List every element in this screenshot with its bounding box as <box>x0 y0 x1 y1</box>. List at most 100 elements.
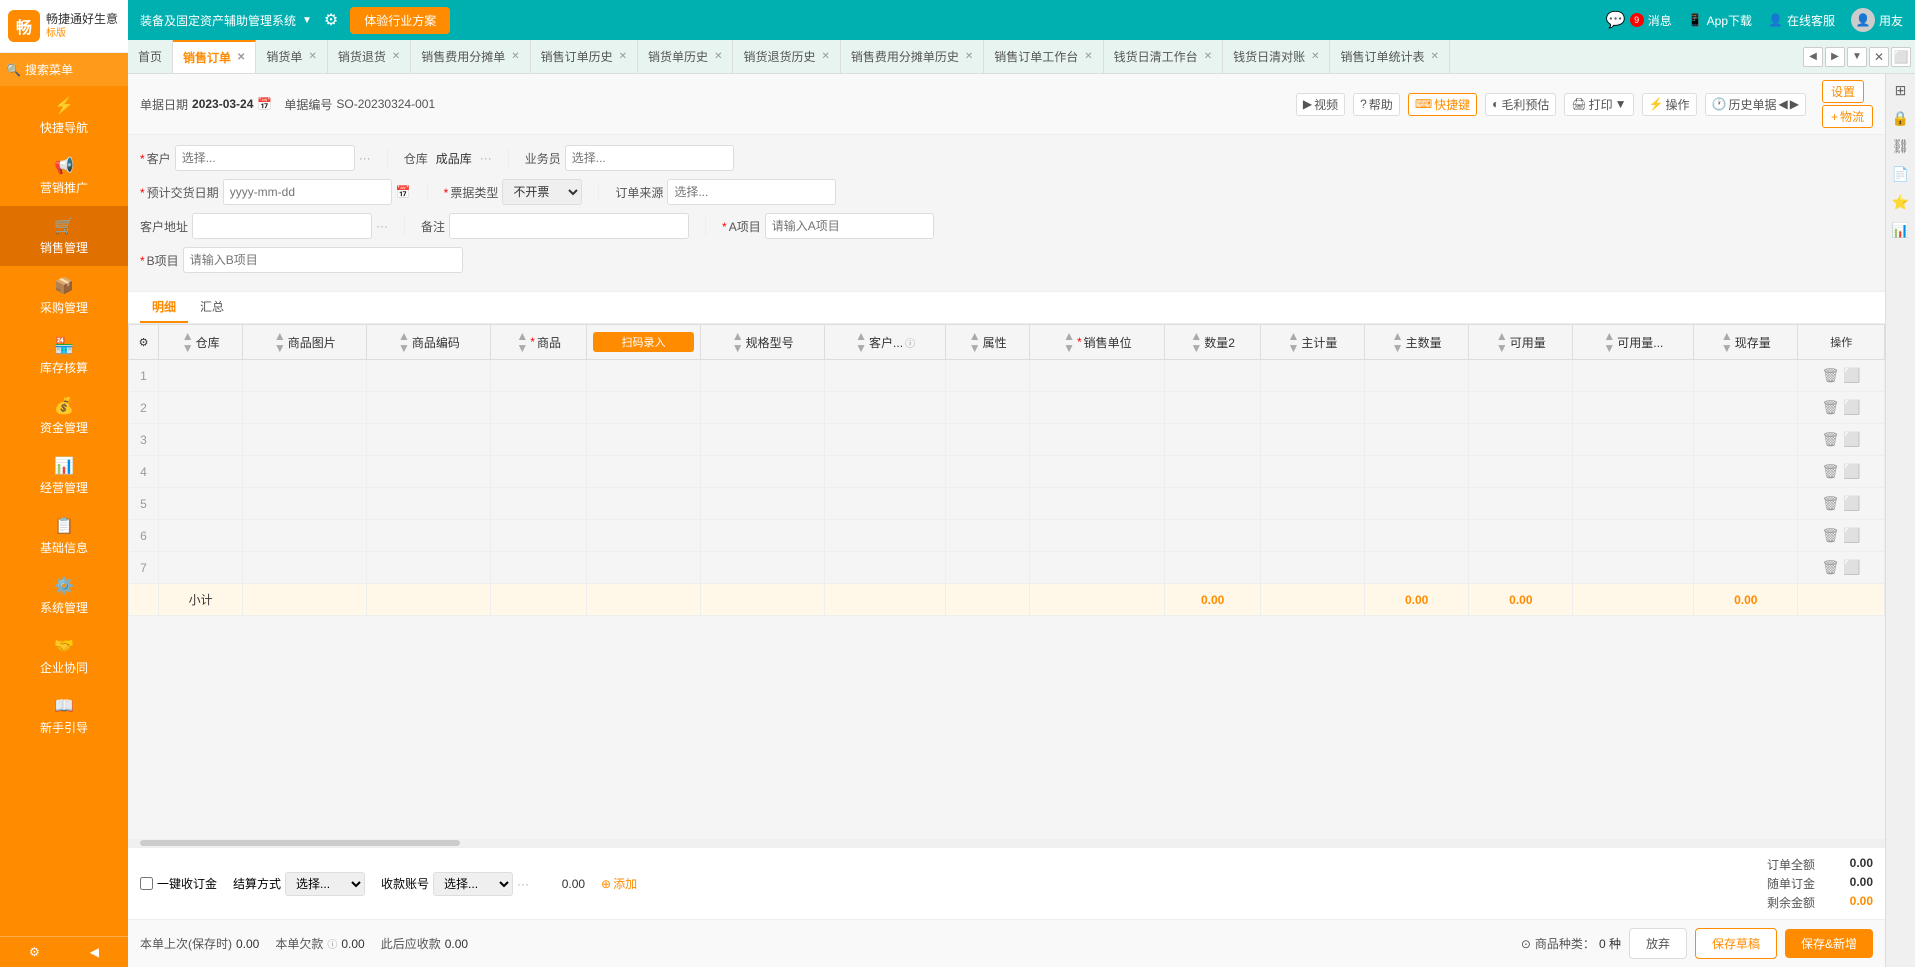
a-project-input[interactable] <box>765 213 934 239</box>
address-input[interactable] <box>192 213 372 239</box>
b-project-input[interactable] <box>183 247 463 273</box>
customer-code-sort-icon[interactable]: ▲▼ <box>855 330 867 354</box>
row-delete-4[interactable]: 🗑 <box>1822 463 1840 480</box>
tab-expense-history[interactable]: 销售费用分摊单历史 ✕ <box>841 40 984 74</box>
history-nav-next[interactable]: ▶ <box>1790 97 1799 111</box>
quick-deposit-checkbox[interactable]: 一键收订金 <box>140 875 217 892</box>
right-panel-icon-2[interactable]: 🔒 <box>1889 106 1913 130</box>
tab-scroll-right[interactable]: ▶ <box>1825 47 1845 67</box>
scrollbar-thumb[interactable] <box>140 840 460 846</box>
tab-sales-bill[interactable]: 销货单 ✕ <box>256 40 327 74</box>
profit-button[interactable]: ◐ 毛利预估 <box>1485 93 1556 116</box>
payment-method-select[interactable]: 选择... <box>285 872 365 896</box>
product-code-sort-icon[interactable]: ▲▼ <box>398 330 410 354</box>
customer-code-info-icon[interactable]: ⓘ <box>905 335 915 350</box>
sidebar-item-sales[interactable]: 🛒 销售管理 <box>0 206 128 266</box>
print-button[interactable]: 🖨 打印 ▼ <box>1564 93 1633 116</box>
tab-scroll-left[interactable]: ◀ <box>1803 47 1823 67</box>
tab-return-close[interactable]: ✕ <box>392 51 400 62</box>
tab-daily-workbench[interactable]: 钱货日清工作台 ✕ <box>1104 40 1223 74</box>
tab-order-history[interactable]: 销售订单历史 ✕ <box>531 40 638 74</box>
save-draft-button[interactable]: 保存草稿 <box>1695 928 1777 959</box>
delivery-date-input[interactable] <box>223 179 392 205</box>
th-settings[interactable]: ⚙ <box>129 325 159 360</box>
tab-menu[interactable]: ▼ <box>1847 47 1867 67</box>
save-new-button[interactable]: 保存&新增 <box>1785 929 1873 958</box>
row-delete-1[interactable]: 🗑 <box>1822 367 1840 384</box>
search-menu-item[interactable]: 🔍 搜索菜单 <box>0 53 128 86</box>
sidebar-settings-btn[interactable]: ⚙ <box>29 945 40 959</box>
tab-expense-split[interactable]: 销售费用分摊单 ✕ <box>411 40 530 74</box>
row-copy-3[interactable]: ⬜ <box>1843 431 1860 448</box>
right-panel-icon-4[interactable]: 📄 <box>1889 162 1913 186</box>
address-more-icon[interactable]: ··· <box>376 219 388 233</box>
current-qty-sort-icon[interactable]: ▲▼ <box>1721 330 1733 354</box>
view-button[interactable]: ▶ 视频 <box>1296 93 1345 116</box>
customer-more-icon[interactable]: ··· <box>359 151 371 165</box>
calendar-icon[interactable]: 📅 <box>257 97 272 111</box>
quantity2-sort-icon[interactable]: ▲▼ <box>1190 330 1202 354</box>
tab-reconcile[interactable]: 钱货日清对账 ✕ <box>1223 40 1330 74</box>
add-payment-button[interactable]: ⊕ 添加 <box>601 875 637 892</box>
tab-expense-history-close[interactable]: ✕ <box>965 51 973 62</box>
current-save-info-icon[interactable]: ⓘ <box>327 936 337 951</box>
row-copy-5[interactable]: ⬜ <box>1843 495 1860 512</box>
tab-expense-split-close[interactable]: ✕ <box>511 51 519 62</box>
scan-button[interactable]: 扫码录入 <box>593 332 694 352</box>
tab-order-workbench-close[interactable]: ✕ <box>1084 51 1092 62</box>
sidebar-item-operations[interactable]: 📊 经营管理 <box>0 446 128 506</box>
right-panel-icon-1[interactable]: ⊞ <box>1889 78 1913 102</box>
customer-input[interactable] <box>175 145 355 171</box>
tab-return[interactable]: 销货退货 ✕ <box>328 40 411 74</box>
shortcut-button[interactable]: ⌨ 快捷键 <box>1408 93 1477 116</box>
sidebar-item-finance[interactable]: 💰 资金管理 <box>0 386 128 446</box>
warehouse-more-icon[interactable]: ··· <box>480 151 492 165</box>
account-select[interactable]: 选择... <box>433 872 513 896</box>
main-unit-sort-icon[interactable]: ▲▼ <box>1287 330 1299 354</box>
tab-stats-close[interactable]: ✕ <box>1431 51 1439 62</box>
available-qty-sort-icon[interactable]: ▲▼ <box>1496 330 1508 354</box>
row-copy-4[interactable]: ⬜ <box>1843 463 1860 480</box>
settings-button[interactable]: 设置 <box>1822 80 1864 103</box>
row-copy-7[interactable]: ⬜ <box>1843 559 1860 576</box>
tab-daily-workbench-close[interactable]: ✕ <box>1204 51 1212 62</box>
tab-return-history-close[interactable]: ✕ <box>821 51 829 62</box>
attributes-sort-icon[interactable]: ▲▼ <box>969 330 981 354</box>
product-image-sort-icon[interactable]: ▲▼ <box>274 330 286 354</box>
help-button[interactable]: ? 帮助 <box>1353 93 1400 116</box>
history-button[interactable]: 🕐 历史单据 ◀ ▶ <box>1705 93 1806 116</box>
product-name-sort-icon[interactable]: ▲▼ <box>516 330 528 354</box>
user-menu[interactable]: 👤 用友 <box>1851 8 1903 32</box>
tab-bill-history[interactable]: 销货单历史 ✕ <box>638 40 733 74</box>
sidebar-item-quicknav[interactable]: ⚡ 快捷导航 <box>0 86 128 146</box>
tab-return-history[interactable]: 销货退货历史 ✕ <box>733 40 840 74</box>
tab-maximize[interactable]: ⬜ <box>1891 47 1911 67</box>
row-delete-2[interactable]: 🗑 <box>1822 399 1840 416</box>
solution-button[interactable]: 体验行业方案 <box>350 7 450 34</box>
main-qty-sort-icon[interactable]: ▲▼ <box>1392 330 1404 354</box>
tab-stats[interactable]: 销售订单统计表 ✕ <box>1330 40 1449 74</box>
tab-sales-bill-close[interactable]: ✕ <box>308 51 316 62</box>
logistics-button[interactable]: + 物流 <box>1822 105 1873 128</box>
warehouse-sort-icon[interactable]: ▲▼ <box>182 330 194 354</box>
row-delete-6[interactable]: 🗑 <box>1822 527 1840 544</box>
history-nav-prev[interactable]: ◀ <box>1779 97 1788 111</box>
tab-reconcile-close[interactable]: ✕ <box>1311 51 1319 62</box>
tab-sales-order[interactable]: 销售订单 ✕ <box>173 40 256 74</box>
row-copy-2[interactable]: ⬜ <box>1843 399 1860 416</box>
delivery-calendar-icon[interactable]: 📅 <box>396 185 411 199</box>
tab-order-workbench[interactable]: 销售订单工作台 ✕ <box>984 40 1103 74</box>
sidebar-item-basicinfo[interactable]: 📋 基础信息 <box>0 506 128 566</box>
row-copy-6[interactable]: ⬜ <box>1843 527 1860 544</box>
salesperson-input[interactable] <box>565 145 734 171</box>
right-panel-icon-6[interactable]: 📊 <box>1889 218 1913 242</box>
available-qty2-sort-icon[interactable]: ▲▼ <box>1603 330 1615 354</box>
operation-button[interactable]: ⚡ 操作 <box>1642 93 1697 116</box>
notes-input[interactable] <box>449 213 689 239</box>
row-delete-7[interactable]: 🗑 <box>1822 559 1840 576</box>
sidebar-item-marketing[interactable]: 📢 营销推广 <box>0 146 128 206</box>
sidebar-item-inventory[interactable]: 🏪 库存核算 <box>0 326 128 386</box>
messages-button[interactable]: 💬 9 消息 <box>1606 10 1672 30</box>
tab-order-history-close[interactable]: ✕ <box>619 51 627 62</box>
tab-bill-history-close[interactable]: ✕ <box>714 51 722 62</box>
